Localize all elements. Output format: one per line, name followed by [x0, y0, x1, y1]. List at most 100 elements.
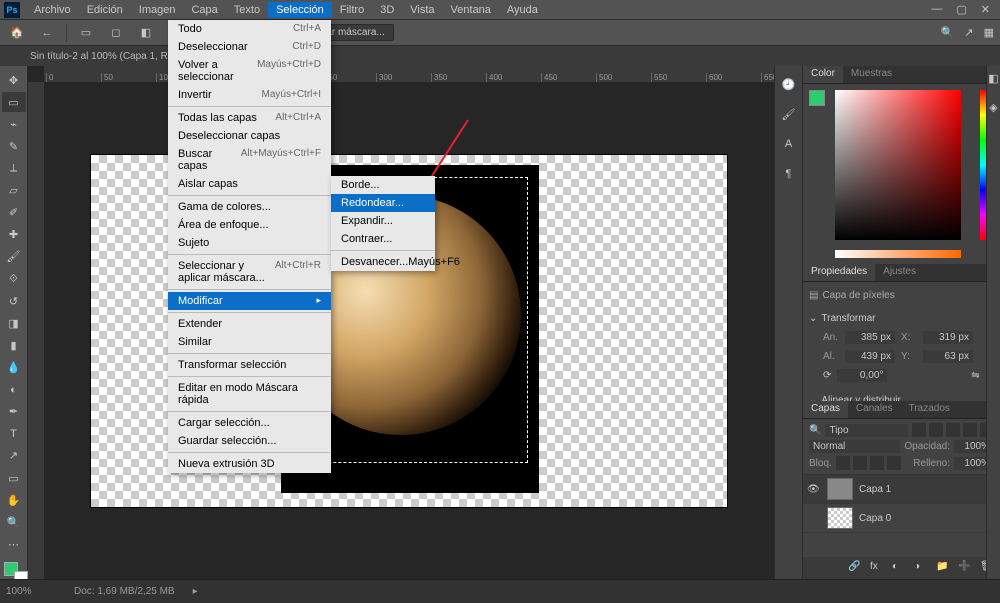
new-group-icon[interactable]: 📁: [936, 561, 950, 575]
link-layers-icon[interactable]: 🔗: [848, 561, 862, 575]
color-field[interactable]: [835, 90, 994, 258]
paragraph-panel-icon[interactable]: ¶: [779, 164, 799, 184]
healing-tool[interactable]: ✚: [2, 225, 26, 245]
submenu-item-desvanecer-[interactable]: Desvanecer...Mayús+F6: [331, 253, 435, 271]
menu-item-gama-de-colores-[interactable]: Gama de colores...: [168, 198, 331, 216]
layer-row[interactable]: 👁Capa 1: [803, 475, 1000, 504]
menu-item-extender[interactable]: Extender: [168, 315, 331, 333]
menu-item-invertir[interactable]: InvertirMayús+Ctrl+I: [168, 86, 331, 104]
zoom-tool[interactable]: 🔍: [2, 512, 26, 532]
menu-item-todo[interactable]: TodoCtrl+A: [168, 20, 331, 38]
filter-type-icon[interactable]: [946, 423, 960, 437]
menu-texto[interactable]: Texto: [226, 2, 268, 18]
filter-adjust-icon[interactable]: [929, 423, 943, 437]
tab-properties[interactable]: Propiedades: [803, 264, 875, 281]
menu-3d[interactable]: 3D: [372, 2, 402, 18]
filter-kind-select[interactable]: Tipo: [825, 424, 908, 437]
menu-item-cargar-selecci-n-[interactable]: Cargar selección...: [168, 414, 331, 432]
lock-pixels-icon[interactable]: [836, 456, 850, 470]
canvas-viewport[interactable]: [44, 82, 774, 579]
type-tool[interactable]: T: [2, 424, 26, 444]
history-brush-tool[interactable]: ↺: [2, 291, 26, 311]
submenu-item-expandir-[interactable]: Expandir...: [331, 212, 435, 230]
width-value[interactable]: 385 px: [845, 331, 895, 344]
workspace-icon[interactable]: ▦: [984, 26, 994, 39]
tab-adjustments[interactable]: Ajustes: [875, 264, 924, 281]
x-value[interactable]: 319 px: [923, 331, 973, 344]
menu-item-sujeto[interactable]: Sujeto: [168, 234, 331, 252]
tool-preset-icon[interactable]: ▭: [75, 22, 97, 44]
lock-all-icon[interactable]: [887, 456, 901, 470]
eyedropper-tool[interactable]: ✐: [2, 203, 26, 223]
selection-add-icon[interactable]: ◧: [135, 22, 157, 44]
back-icon[interactable]: ←: [36, 22, 58, 44]
flip-h-icon[interactable]: ⇋: [971, 370, 979, 381]
frame-tool[interactable]: ▱: [2, 181, 26, 201]
eraser-tool[interactable]: ◨: [2, 313, 26, 333]
lasso-tool[interactable]: ⌁: [2, 114, 26, 134]
layer-row[interactable]: Capa 0: [803, 504, 1000, 533]
submenu-item-borde-[interactable]: Borde...: [331, 176, 435, 194]
comments-icon[interactable]: ◈: [989, 101, 997, 114]
minimize-button[interactable]: —: [931, 3, 942, 16]
lock-artboard-icon[interactable]: [870, 456, 884, 470]
libraries-icon[interactable]: ◧: [988, 72, 998, 85]
character-panel-icon[interactable]: A: [779, 134, 799, 154]
menu-filtro[interactable]: Filtro: [332, 2, 372, 18]
tab-paths[interactable]: Trazados: [901, 401, 958, 418]
transform-section[interactable]: Transformar: [809, 309, 994, 328]
brush-tool[interactable]: 🖌: [2, 247, 26, 267]
color-swatches-tool[interactable]: [4, 562, 24, 578]
move-tool[interactable]: ✥: [2, 70, 26, 90]
close-button[interactable]: ✕: [981, 3, 990, 16]
menu-item-guardar-selecci-n-[interactable]: Guardar selección...: [168, 432, 331, 450]
menu-vista[interactable]: Vista: [402, 2, 442, 18]
menu-item--rea-de-enfoque-[interactable]: Área de enfoque...: [168, 216, 331, 234]
quick-select-tool[interactable]: ✎: [2, 136, 26, 156]
blur-tool[interactable]: 💧: [2, 357, 26, 377]
search-icon[interactable]: 🔍: [941, 26, 955, 39]
y-value[interactable]: 63 px: [923, 350, 973, 363]
fg-swatch[interactable]: [809, 90, 825, 106]
new-layer-icon[interactable]: ➕: [958, 561, 972, 575]
menu-item-buscar-capas[interactable]: Buscar capasAlt+Mayús+Ctrl+F: [168, 145, 331, 175]
blend-mode-select[interactable]: Normal: [809, 440, 900, 453]
pen-tool[interactable]: ✒: [2, 402, 26, 422]
menu-item-transformar-selecci-n[interactable]: Transformar selección: [168, 356, 331, 374]
stamp-tool[interactable]: ⟐: [2, 269, 26, 289]
menu-item-modificar[interactable]: Modificar: [168, 292, 331, 310]
hand-tool[interactable]: ✋: [2, 490, 26, 510]
marquee-tool[interactable]: ▭: [2, 92, 26, 112]
tab-channels[interactable]: Canales: [848, 401, 901, 418]
selection-new-icon[interactable]: ◻: [105, 22, 127, 44]
menu-item-editar-en-modo-m-scara-r-pida[interactable]: Editar en modo Máscara rápida: [168, 379, 331, 409]
doc-info-arrow[interactable]: ▸: [193, 586, 198, 597]
menu-ayuda[interactable]: Ayuda: [499, 2, 546, 18]
menu-item-deseleccionar[interactable]: DeseleccionarCtrl+D: [168, 38, 331, 56]
new-fill-icon[interactable]: ◑: [914, 561, 928, 575]
tab-swatches[interactable]: Muestras: [843, 66, 900, 83]
zoom-value[interactable]: 100%: [6, 586, 56, 597]
brush-panel-icon[interactable]: 🖌: [779, 104, 799, 124]
layer-mask-icon[interactable]: ◐: [892, 561, 906, 575]
visibility-toggle[interactable]: 👁: [807, 484, 821, 495]
tab-color[interactable]: Color: [803, 66, 843, 83]
shape-tool[interactable]: ▭: [2, 468, 26, 488]
menu-item-volver-a-seleccionar[interactable]: Volver a seleccionarMayús+Ctrl+D: [168, 56, 331, 86]
menu-item-similar[interactable]: Similar: [168, 333, 331, 351]
menu-archivo[interactable]: Archivo: [26, 2, 79, 18]
home-icon[interactable]: 🏠: [6, 22, 28, 44]
submenu-item-contraer-[interactable]: Contraer...: [331, 230, 435, 248]
share-icon[interactable]: ↗: [964, 26, 973, 39]
height-value[interactable]: 439 px: [845, 350, 895, 363]
gradient-tool[interactable]: ▮: [2, 335, 26, 355]
menu-item-todas-las-capas[interactable]: Todas las capasAlt+Ctrl+A: [168, 109, 331, 127]
align-section[interactable]: Alinear y distribuir: [809, 391, 994, 401]
crop-tool[interactable]: ⟂: [2, 158, 26, 178]
menu-ventana[interactable]: Ventana: [443, 2, 499, 18]
filter-icon[interactable]: 🔍: [809, 425, 821, 436]
tab-layers[interactable]: Capas: [803, 401, 848, 418]
menu-item-aislar-capas[interactable]: Aislar capas: [168, 175, 331, 193]
edit-toolbar[interactable]: ⋯: [2, 534, 26, 554]
maximize-button[interactable]: ▢: [956, 3, 966, 16]
